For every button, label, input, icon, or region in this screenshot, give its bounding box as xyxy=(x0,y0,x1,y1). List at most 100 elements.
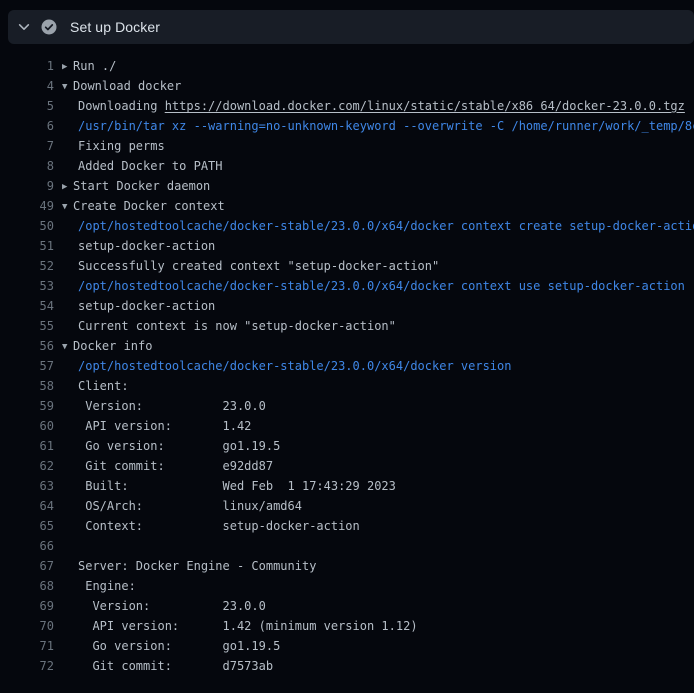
log-line: 65 Context: setup-docker-action xyxy=(0,516,694,536)
text-segment: Go version: go1.19.5 xyxy=(78,439,280,453)
log-line: 68 Engine: xyxy=(0,576,694,596)
line-number[interactable]: 5 xyxy=(0,96,54,116)
text-segment: Git commit: e92dd87 xyxy=(78,459,273,473)
line-number[interactable]: 55 xyxy=(0,316,54,336)
text-segment: Downloading xyxy=(78,99,165,113)
log-line: 53/opt/hostedtoolcache/docker-stable/23.… xyxy=(0,276,694,296)
log-text: Git commit: e92dd87 xyxy=(78,456,273,476)
group-title[interactable]: ▶Run ./ xyxy=(62,56,116,76)
text-segment: /usr/bin/tar xz --warning=no-unknown-key… xyxy=(78,119,694,133)
line-number[interactable]: 7 xyxy=(0,136,54,156)
log-line: 49 ▼Create Docker context xyxy=(0,196,694,216)
text-segment: /opt/hostedtoolcache/docker-stable/23.0.… xyxy=(78,279,685,293)
line-number[interactable]: 68 xyxy=(0,576,54,596)
text-segment: Docker info xyxy=(73,339,152,353)
text-segment: Engine: xyxy=(78,579,136,593)
text-segment: setup-docker-action xyxy=(78,299,215,313)
line-number[interactable]: 61 xyxy=(0,436,54,456)
line-number[interactable]: 57 xyxy=(0,356,54,376)
text-segment: Start Docker daemon xyxy=(73,179,210,193)
line-number[interactable]: 4 xyxy=(0,76,54,96)
line-number[interactable]: 64 xyxy=(0,496,54,516)
log-link[interactable]: https://download.docker.com/linux/static… xyxy=(165,99,685,113)
text-segment: Download docker xyxy=(73,79,181,93)
line-number[interactable]: 52 xyxy=(0,256,54,276)
text-segment: Client: xyxy=(78,379,129,393)
text-segment: setup-docker-action xyxy=(78,239,215,253)
line-number[interactable]: 70 xyxy=(0,616,54,636)
log-text: Built: Wed Feb 1 17:43:29 2023 xyxy=(78,476,396,496)
log-text: Version: 23.0.0 xyxy=(78,396,266,416)
log-text: Downloading https://download.docker.com/… xyxy=(78,96,685,116)
step-header[interactable]: Set up Docker xyxy=(8,10,694,44)
line-number[interactable]: 65 xyxy=(0,516,54,536)
log-text: OS/Arch: linux/amd64 xyxy=(78,496,302,516)
line-number[interactable]: 50 xyxy=(0,216,54,236)
line-number[interactable]: 63 xyxy=(0,476,54,496)
text-segment: Git commit: d7573ab xyxy=(78,659,273,673)
line-number[interactable]: 1 xyxy=(0,56,54,76)
log-line: 71 Go version: go1.19.5 xyxy=(0,636,694,656)
line-number[interactable]: 9 xyxy=(0,176,54,196)
log-line: 56 ▼Docker info xyxy=(0,336,694,356)
line-number[interactable]: 56 xyxy=(0,336,54,356)
expand-arrow-icon[interactable]: ▶ xyxy=(62,57,73,76)
line-number[interactable]: 66 xyxy=(0,536,54,556)
log-text: Git commit: d7573ab xyxy=(78,656,273,676)
log-text: setup-docker-action xyxy=(78,296,215,316)
log-line: 5 Downloading https://download.docker.com… xyxy=(0,96,694,116)
line-number[interactable]: 69 xyxy=(0,596,54,616)
text-segment: Create Docker context xyxy=(73,199,225,213)
expand-arrow-icon[interactable]: ▶ xyxy=(62,177,73,196)
log-text: Engine: xyxy=(78,576,136,596)
collapse-arrow-icon[interactable]: ▼ xyxy=(62,197,73,216)
group-title[interactable]: ▼Create Docker context xyxy=(62,196,225,216)
line-number[interactable]: 71 xyxy=(0,636,54,656)
command-text: /opt/hostedtoolcache/docker-stable/23.0.… xyxy=(78,216,694,236)
log-line: 58 Client: xyxy=(0,376,694,396)
line-number[interactable]: 6 xyxy=(0,116,54,136)
text-segment: Go version: go1.19.5 xyxy=(78,639,280,653)
log-container: 1▶Run ./4▼Download docker5Downloading ht… xyxy=(0,44,694,676)
log-line: 72 Git commit: d7573ab xyxy=(0,656,694,676)
group-title[interactable]: ▼Docker info xyxy=(62,336,152,356)
group-title[interactable]: ▼Download docker xyxy=(62,76,181,96)
line-number[interactable]: 59 xyxy=(0,396,54,416)
line-number[interactable]: 53 xyxy=(0,276,54,296)
line-number[interactable]: 8 xyxy=(0,156,54,176)
text-segment: /opt/hostedtoolcache/docker-stable/23.0.… xyxy=(78,219,694,233)
log-text: Successfully created context "setup-dock… xyxy=(78,256,439,276)
log-line: 70 API version: 1.42 (minimum version 1.… xyxy=(0,616,694,636)
line-number[interactable]: 51 xyxy=(0,236,54,256)
line-number[interactable]: 62 xyxy=(0,456,54,476)
log-text: Fixing perms xyxy=(78,136,165,156)
line-number[interactable]: 49 xyxy=(0,196,54,216)
log-text: Go version: go1.19.5 xyxy=(78,436,280,456)
text-segment: Context: setup-docker-action xyxy=(78,519,360,533)
text-segment: Built: Wed Feb 1 17:43:29 2023 xyxy=(78,479,396,493)
log-text: setup-docker-action xyxy=(78,236,215,256)
log-text: Server: Docker Engine - Community xyxy=(78,556,316,576)
log-line: 54 setup-docker-action xyxy=(0,296,694,316)
log-line: 64 OS/Arch: linux/amd64 xyxy=(0,496,694,516)
log-line: 55 Current context is now "setup-docker-a… xyxy=(0,316,694,336)
text-segment: /opt/hostedtoolcache/docker-stable/23.0.… xyxy=(78,359,511,373)
text-segment: Fixing perms xyxy=(78,139,165,153)
text-segment: Run ./ xyxy=(73,59,116,73)
log-line: 6/usr/bin/tar xz --warning=no-unknown-ke… xyxy=(0,116,694,136)
log-line: 50/opt/hostedtoolcache/docker-stable/23.… xyxy=(0,216,694,236)
line-number[interactable]: 58 xyxy=(0,376,54,396)
text-segment: API version: 1.42 (minimum version 1.12) xyxy=(78,619,418,633)
chevron-down-icon[interactable] xyxy=(17,20,31,34)
command-text: /opt/hostedtoolcache/docker-stable/23.0.… xyxy=(78,356,511,376)
collapse-arrow-icon[interactable]: ▼ xyxy=(62,337,73,356)
line-number[interactable]: 72 xyxy=(0,656,54,676)
text-segment: Current context is now "setup-docker-act… xyxy=(78,319,396,333)
log-line: 9 ▶Start Docker daemon xyxy=(0,176,694,196)
log-line: 67 Server: Docker Engine - Community xyxy=(0,556,694,576)
line-number[interactable]: 60 xyxy=(0,416,54,436)
line-number[interactable]: 54 xyxy=(0,296,54,316)
collapse-arrow-icon[interactable]: ▼ xyxy=(62,77,73,96)
line-number[interactable]: 67 xyxy=(0,556,54,576)
group-title[interactable]: ▶Start Docker daemon xyxy=(62,176,210,196)
